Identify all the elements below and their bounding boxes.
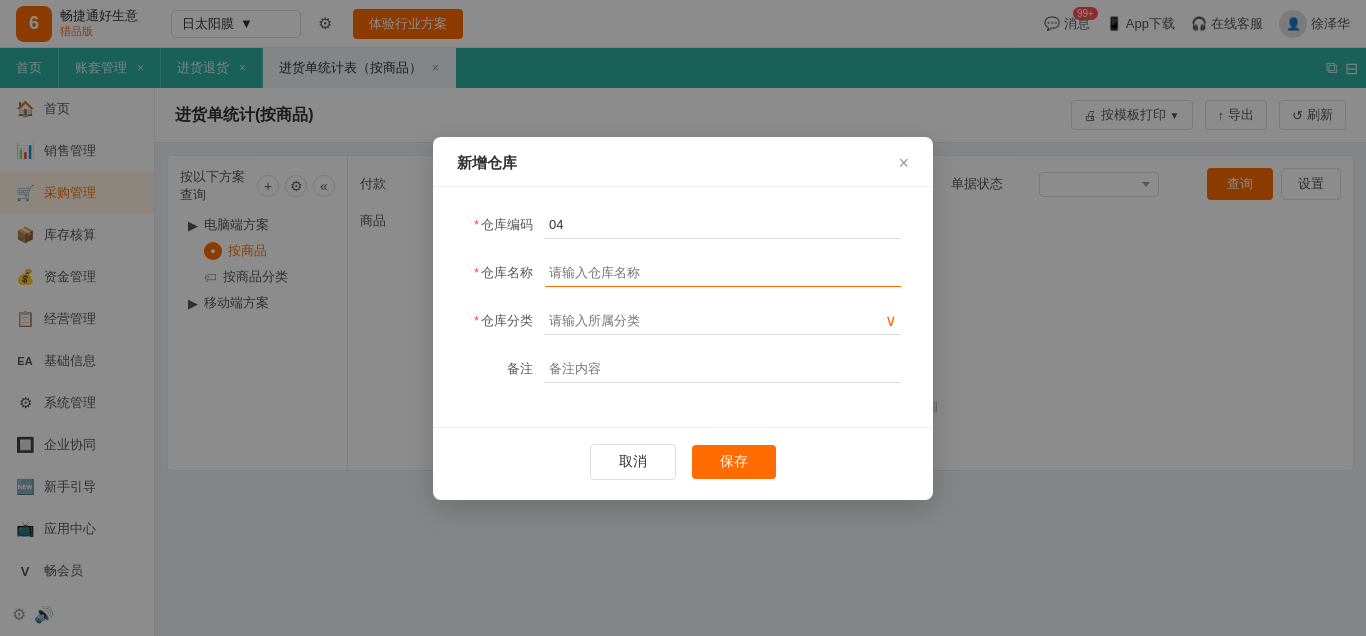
name-label: 仓库名称 [465, 264, 545, 282]
dialog-overlay: 新增仓库 × 仓库编码 仓库名称 仓库分类 ∨ [0, 0, 1366, 636]
warehouse-note-input[interactable] [545, 355, 901, 383]
save-button[interactable]: 保存 [692, 445, 776, 479]
warehouse-code-row: 仓库编码 [465, 211, 901, 239]
warehouse-note-row: 备注 [465, 355, 901, 383]
category-label: 仓库分类 [465, 312, 545, 330]
warehouse-code-input[interactable] [545, 211, 901, 239]
category-select-wrapper: ∨ [545, 307, 901, 335]
dialog-close-button[interactable]: × [898, 153, 909, 174]
warehouse-name-row: 仓库名称 [465, 259, 901, 287]
category-dropdown-icon[interactable]: ∨ [885, 311, 897, 330]
note-label: 备注 [465, 360, 545, 378]
dialog-title: 新增仓库 [457, 154, 517, 173]
code-label: 仓库编码 [465, 216, 545, 234]
cancel-button[interactable]: 取消 [590, 444, 676, 480]
new-warehouse-dialog: 新增仓库 × 仓库编码 仓库名称 仓库分类 ∨ [433, 137, 933, 500]
category-input[interactable] [549, 313, 885, 328]
dialog-body: 仓库编码 仓库名称 仓库分类 ∨ 备注 [433, 187, 933, 427]
warehouse-name-input[interactable] [545, 259, 901, 287]
dialog-header: 新增仓库 × [433, 137, 933, 187]
warehouse-category-row: 仓库分类 ∨ [465, 307, 901, 335]
dialog-footer: 取消 保存 [433, 427, 933, 500]
